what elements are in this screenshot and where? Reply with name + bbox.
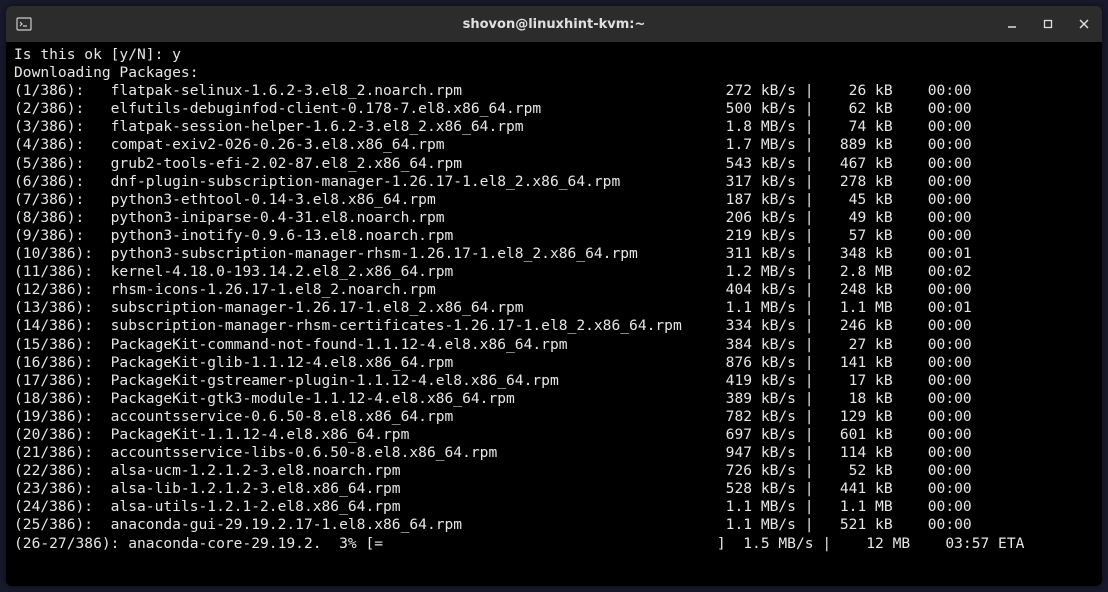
titlebar: shovon@linuxhint-kvm:~ xyxy=(6,6,1102,42)
maximize-icon xyxy=(1042,18,1054,30)
terminal-icon xyxy=(6,6,42,42)
maximize-button[interactable] xyxy=(1030,6,1066,42)
terminal-body[interactable]: Is this ok [y/N]: y Downloading Packages… xyxy=(6,42,1102,553)
minimize-icon xyxy=(1006,18,1018,30)
terminal-window: shovon@linuxhint-kvm:~ Is this ok [y/N]:… xyxy=(6,6,1102,586)
window-title: shovon@linuxhint-kvm:~ xyxy=(6,17,1102,32)
close-icon xyxy=(1078,18,1090,30)
close-button[interactable] xyxy=(1066,6,1102,42)
window-controls xyxy=(994,6,1102,42)
minimize-button[interactable] xyxy=(994,6,1030,42)
